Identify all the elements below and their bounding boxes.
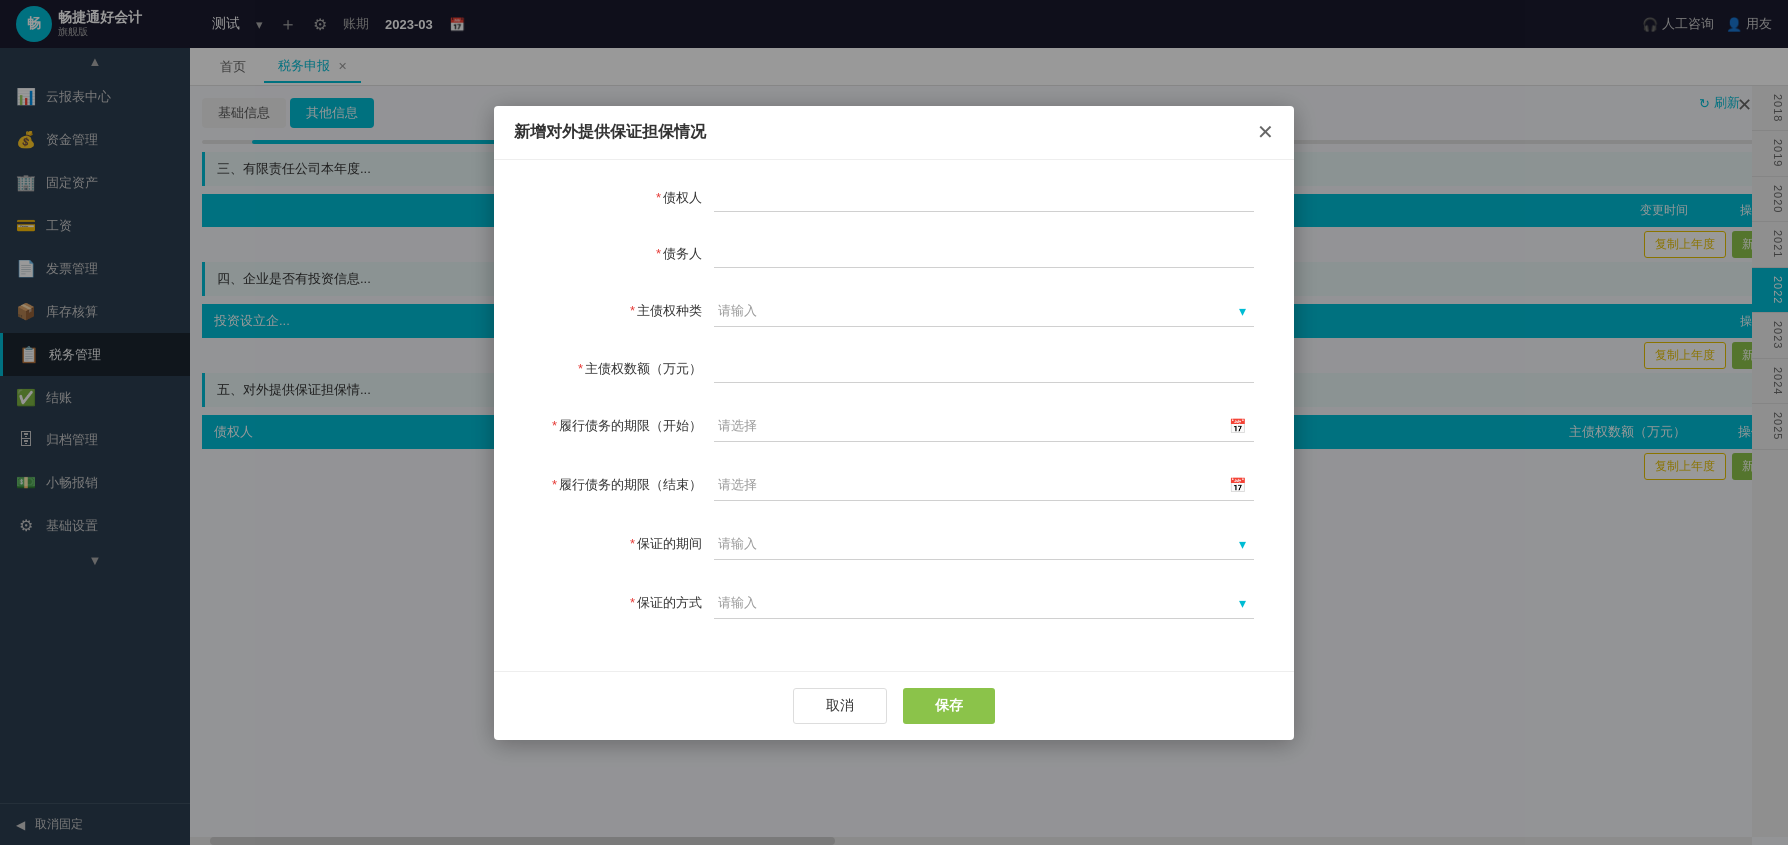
guarantee-period-placeholder: 请输入 [714, 529, 1254, 559]
period-start-date[interactable]: 请选择 📅 [714, 411, 1254, 442]
debtor-input[interactable] [714, 240, 1254, 268]
modal-footer: 取消 保存 [494, 671, 1294, 740]
debt-type-arrow-icon: ▾ [1239, 303, 1246, 319]
debt-amount-required: * [578, 361, 583, 376]
guarantee-method-arrow-icon: ▾ [1239, 595, 1246, 611]
period-end-required: * [552, 477, 557, 492]
creditor-label: *债权人 [534, 189, 714, 207]
period-end-label: *履行债务的期限（结束） [534, 476, 714, 494]
form-row-debt-type: *主债权种类 请输入 ▾ [534, 296, 1254, 327]
save-button[interactable]: 保存 [903, 688, 995, 724]
guarantee-method-required: * [630, 595, 635, 610]
form-row-guarantee-period: *保证的期间 请输入 ▾ [534, 529, 1254, 560]
modal-close-btn[interactable]: ✕ [1257, 122, 1274, 142]
guarantee-period-required: * [630, 536, 635, 551]
form-row-period-end: *履行债务的期限（结束） 请选择 📅 [534, 470, 1254, 501]
period-end-date[interactable]: 请选择 📅 [714, 470, 1254, 501]
debt-type-required: * [630, 303, 635, 318]
form-row-debt-amount: *主债权数额（万元） [534, 355, 1254, 383]
modal-dialog: 新增对外提供保证担保情况 ✕ *债权人 *债务人 *主债权种类 [494, 106, 1294, 740]
guarantee-method-label: *保证的方式 [534, 594, 714, 612]
modal-overlay: 新增对外提供保证担保情况 ✕ *债权人 *债务人 *主债权种类 [0, 0, 1788, 845]
form-row-debtor: *债务人 [534, 240, 1254, 268]
creditor-required: * [656, 190, 661, 205]
period-start-calendar-icon[interactable]: 📅 [1229, 418, 1246, 434]
modal-title: 新增对外提供保证担保情况 [514, 122, 706, 143]
modal-body: *债权人 *债务人 *主债权种类 请输入 ▾ [494, 160, 1294, 671]
debt-type-select[interactable]: 请输入 ▾ [714, 296, 1254, 327]
debt-type-placeholder: 请输入 [714, 296, 1254, 326]
debt-amount-label: *主债权数额（万元） [534, 360, 714, 378]
guarantee-method-select[interactable]: 请输入 ▾ [714, 588, 1254, 619]
period-end-calendar-icon[interactable]: 📅 [1229, 477, 1246, 493]
debt-amount-input[interactable] [714, 355, 1254, 383]
form-row-period-start: *履行债务的期限（开始） 请选择 📅 [534, 411, 1254, 442]
guarantee-period-label: *保证的期间 [534, 535, 714, 553]
period-start-label: *履行债务的期限（开始） [534, 417, 714, 435]
form-row-creditor: *债权人 [534, 184, 1254, 212]
period-start-placeholder: 请选择 [714, 411, 1254, 441]
guarantee-method-placeholder: 请输入 [714, 588, 1254, 618]
creditor-input[interactable] [714, 184, 1254, 212]
guarantee-period-arrow-icon: ▾ [1239, 536, 1246, 552]
cancel-button[interactable]: 取消 [793, 688, 887, 724]
form-row-guarantee-method: *保证的方式 请输入 ▾ [534, 588, 1254, 619]
debt-type-label: *主债权种类 [534, 302, 714, 320]
guarantee-period-select[interactable]: 请输入 ▾ [714, 529, 1254, 560]
period-start-required: * [552, 418, 557, 433]
debtor-label: *债务人 [534, 245, 714, 263]
period-end-placeholder: 请选择 [714, 470, 1254, 500]
modal-header: 新增对外提供保证担保情况 ✕ [494, 106, 1294, 160]
debtor-required: * [656, 246, 661, 261]
